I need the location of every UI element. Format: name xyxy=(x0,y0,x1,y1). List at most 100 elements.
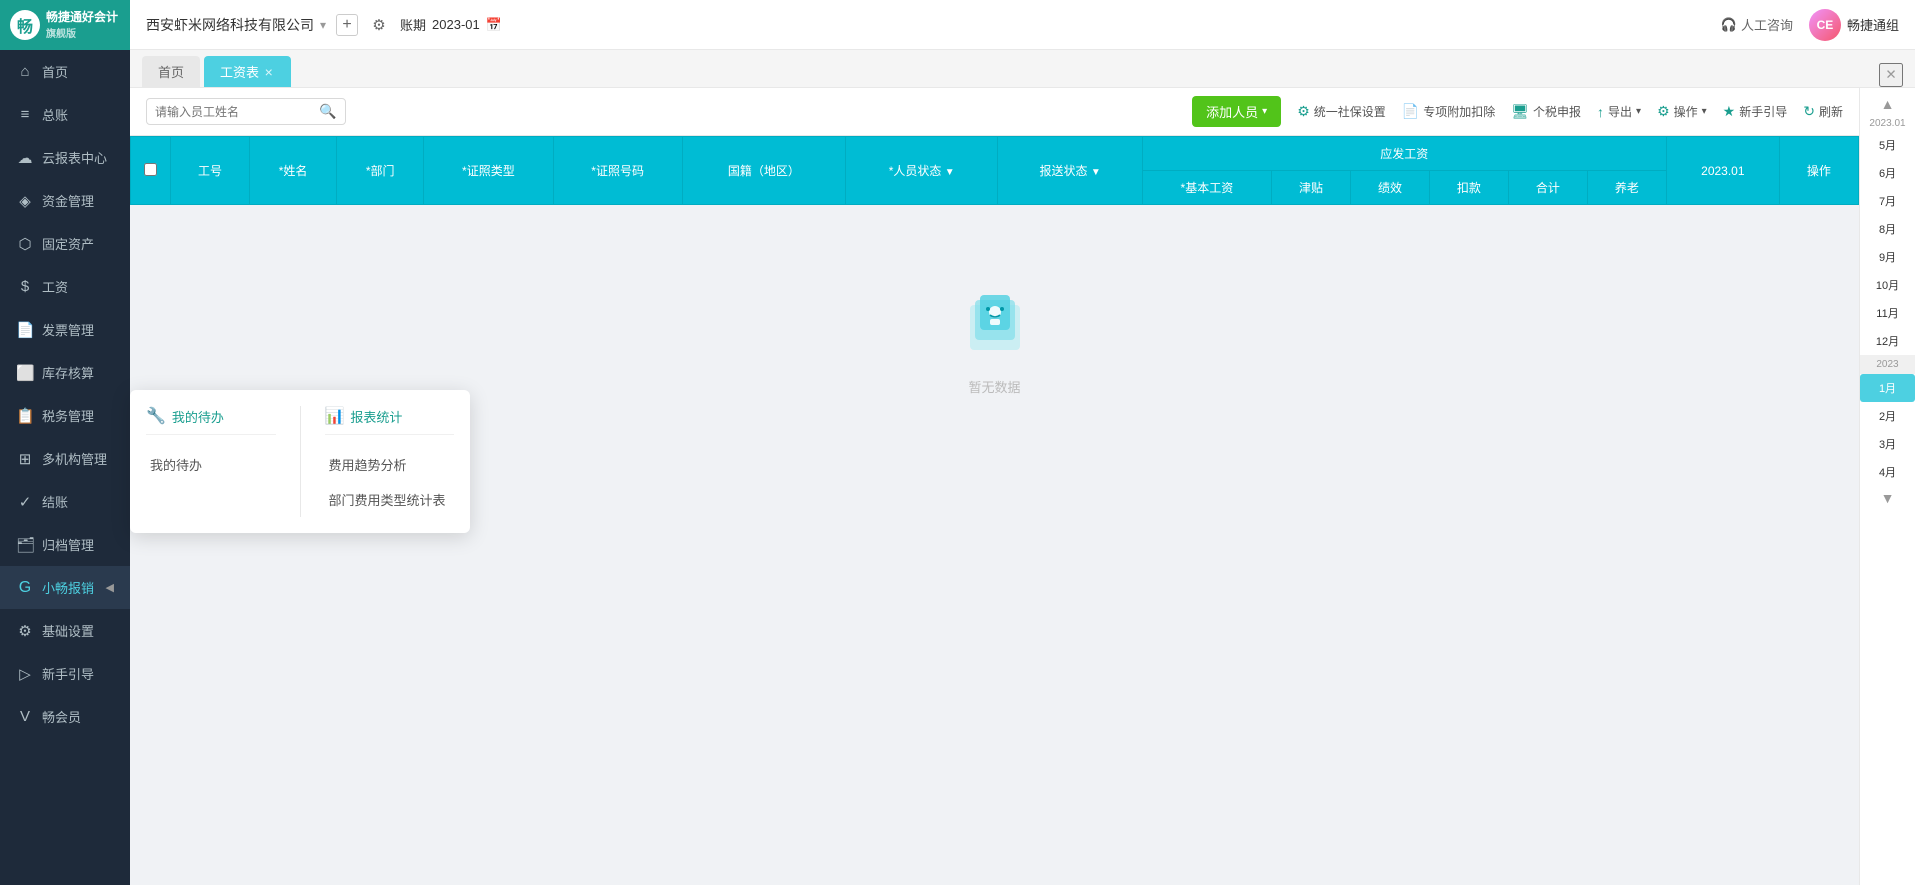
month-2022-9[interactable]: 9月 xyxy=(1860,243,1915,271)
refresh-icon: ↻ xyxy=(1803,103,1815,120)
sidebar-item-label: 固定资产 xyxy=(42,234,94,253)
avatar-text: CE xyxy=(1817,18,1834,32)
sidebar-item-cloud[interactable]: ☁ 云报表中心 xyxy=(0,136,130,179)
month-up-button[interactable]: ▲ xyxy=(1877,92,1899,116)
sidebar-item-label: 畅会员 xyxy=(42,707,81,726)
home-icon: ⌂ xyxy=(16,63,34,80)
operations-icon: ⚙ xyxy=(1657,103,1670,120)
month-2022-11[interactable]: 11月 xyxy=(1860,299,1915,327)
sidebar-item-archive[interactable]: 🗂 归档管理 xyxy=(0,523,130,566)
empty-icon xyxy=(955,285,1035,365)
bonus-header: 津贴 xyxy=(1272,171,1351,205)
tab-salary-table[interactable]: 工资表 × xyxy=(204,56,291,87)
sidebar-item-home[interactable]: ⌂ 首页 xyxy=(0,50,130,93)
sidebar-item-funds[interactable]: ◈ 资金管理 xyxy=(0,179,130,222)
company-chevron-icon: ▾ xyxy=(320,18,326,32)
support-button[interactable]: 🎧 人工咨询 xyxy=(1721,15,1793,34)
popup-menu[interactable]: 🔧 我的待办 我的待办 📊 报表统计 费用趋势分析 部门费用类型统计表 xyxy=(130,390,470,533)
add-person-button[interactable]: 添加人员 ▾ xyxy=(1192,96,1281,127)
popup-todo-title: 我的待办 xyxy=(172,407,224,426)
month-down-button[interactable]: ▼ xyxy=(1877,486,1899,510)
sidebar-item-label: 归档管理 xyxy=(42,535,94,554)
tab-home-label: 首页 xyxy=(158,65,184,80)
search-box[interactable]: 🔍 xyxy=(146,98,346,125)
tax-report-button[interactable]: 🖥 个税申报 xyxy=(1511,103,1581,120)
month-2022-10[interactable]: 10月 xyxy=(1860,271,1915,299)
sidebar-item-ledger[interactable]: ≡ 总账 xyxy=(0,93,130,136)
id-no-header: *证照号码 xyxy=(553,137,682,205)
settle-icon: ✓ xyxy=(16,493,34,511)
operations-button[interactable]: ⚙ 操作 ▾ xyxy=(1657,103,1707,120)
id-type-header: *证照类型 xyxy=(424,137,553,205)
sidebar-item-tax[interactable]: 📋 税务管理 xyxy=(0,394,130,437)
logo-icon: 畅 xyxy=(10,10,40,40)
report-filter-icon[interactable]: ▼ xyxy=(1091,167,1101,178)
sidebar-item-xiaochang[interactable]: G 小畅报销 ◀ xyxy=(0,566,130,609)
month-2022-5[interactable]: 5月 xyxy=(1860,131,1915,159)
tab-close-button[interactable]: × xyxy=(263,64,275,80)
social-label: 统一社保设置 xyxy=(1314,103,1386,120)
sidebar-item-assets[interactable]: ⬡ 固定资产 xyxy=(0,222,130,265)
popup-report-item-1[interactable]: 费用趋势分析 xyxy=(325,447,455,482)
status-header: *人员状态 ▼ xyxy=(845,137,998,205)
tab-bar-right: ✕ xyxy=(1879,63,1903,87)
tax-report-icon: 🖥 xyxy=(1511,103,1529,120)
tab-home[interactable]: 首页 xyxy=(142,56,200,87)
month-2022-8[interactable]: 8月 xyxy=(1860,215,1915,243)
month-2023-3[interactable]: 3月 xyxy=(1860,430,1915,458)
sidebar-item-label: 税务管理 xyxy=(42,406,94,425)
user-name: 畅捷通组 xyxy=(1847,15,1899,34)
calendar-icon[interactable]: 📅 xyxy=(486,17,502,33)
popup-todo-item[interactable]: 我的待办 xyxy=(146,447,276,482)
member-icon: V xyxy=(16,708,34,725)
export-icon: ↑ xyxy=(1597,104,1604,120)
sidebar: 畅 畅捷通好会计 旗舰版 ⌂ 首页 ≡ 总账 ☁ 云报表中心 ◈ 资金管理 ⬡ … xyxy=(0,0,130,885)
filter-icon[interactable]: ▼ xyxy=(945,167,955,178)
sidebar-item-label: 首页 xyxy=(42,62,68,81)
popup-todo-header: 🔧 我的待办 xyxy=(146,406,276,435)
month-2023-4[interactable]: 4月 xyxy=(1860,458,1915,486)
cloud-icon: ☁ xyxy=(16,149,34,167)
add-company-button[interactable]: + xyxy=(336,14,358,36)
checkbox-col-header[interactable] xyxy=(131,137,171,205)
sidebar-item-guide[interactable]: ▷ 新手引导 xyxy=(0,652,130,695)
special-deduction-button[interactable]: 📄 专项附加扣除 xyxy=(1402,103,1495,120)
month-2023-2[interactable]: 2月 xyxy=(1860,402,1915,430)
guide-button[interactable]: ★ 新手引导 xyxy=(1723,103,1788,120)
operations-col-header: 操作 xyxy=(1779,137,1858,205)
export-button[interactable]: ↑ 导出 ▾ xyxy=(1597,103,1641,120)
user-profile[interactable]: CE 畅捷通组 xyxy=(1809,9,1899,41)
close-all-tabs-button[interactable]: ✕ xyxy=(1879,63,1903,87)
company-selector[interactable]: 西安虾米网络科技有限公司 ▾ xyxy=(146,15,326,35)
basic-icon: ⚙ xyxy=(16,622,34,640)
popup-report-item-2[interactable]: 部门费用类型统计表 xyxy=(325,482,455,517)
country-header: 国籍（地区） xyxy=(682,137,845,205)
sidebar-item-basic[interactable]: ⚙ 基础设置 xyxy=(0,609,130,652)
social-settings-button[interactable]: ⚙ 统一社保设置 xyxy=(1297,103,1386,120)
sidebar-item-invoice[interactable]: 📄 发票管理 xyxy=(0,308,130,351)
sidebar-item-multi[interactable]: ⊞ 多机构管理 xyxy=(0,437,130,480)
sidebar-item-salary[interactable]: $ 工资 xyxy=(0,265,130,308)
refresh-label: 刷新 xyxy=(1819,103,1843,120)
month-2022-7[interactable]: 7月 xyxy=(1860,187,1915,215)
sidebar-item-member[interactable]: V 畅会员 xyxy=(0,695,130,738)
app-header: 西安虾米网络科技有限公司 ▾ + ⚙ 账期 2023-01 📅 🎧 人工咨询 C… xyxy=(130,0,1915,50)
select-all-checkbox[interactable] xyxy=(144,163,157,176)
sidebar-item-settle[interactable]: ✓ 结账 xyxy=(0,480,130,523)
sidebar-item-label: 库存核算 xyxy=(42,363,94,382)
month-selector-panel: ▲ 2023.01 5月 6月 7月 8月 9月 10月 11月 12月 202… xyxy=(1859,88,1915,885)
toolbar: 🔍 添加人员 ▾ ⚙ 统一社保设置 📄 专项附加扣除 xyxy=(130,88,1859,136)
sidebar-item-label: 云报表中心 xyxy=(42,148,107,167)
multi-icon: ⊞ xyxy=(16,450,34,468)
app-edition: 旗舰版 xyxy=(46,25,118,40)
search-input[interactable] xyxy=(155,105,315,119)
period-value: 2023-01 xyxy=(432,17,480,32)
month-2023-1[interactable]: 1月 xyxy=(1860,374,1915,402)
month-2022-6[interactable]: 6月 xyxy=(1860,159,1915,187)
special-icon: 📄 xyxy=(1402,103,1419,120)
settings-button[interactable]: ⚙ xyxy=(368,14,390,36)
search-icon: 🔍 xyxy=(319,103,336,120)
refresh-button[interactable]: ↻ 刷新 xyxy=(1803,103,1843,120)
sidebar-item-inventory[interactable]: ⬜ 库存核算 xyxy=(0,351,130,394)
month-2022-12[interactable]: 12月 xyxy=(1860,327,1915,355)
